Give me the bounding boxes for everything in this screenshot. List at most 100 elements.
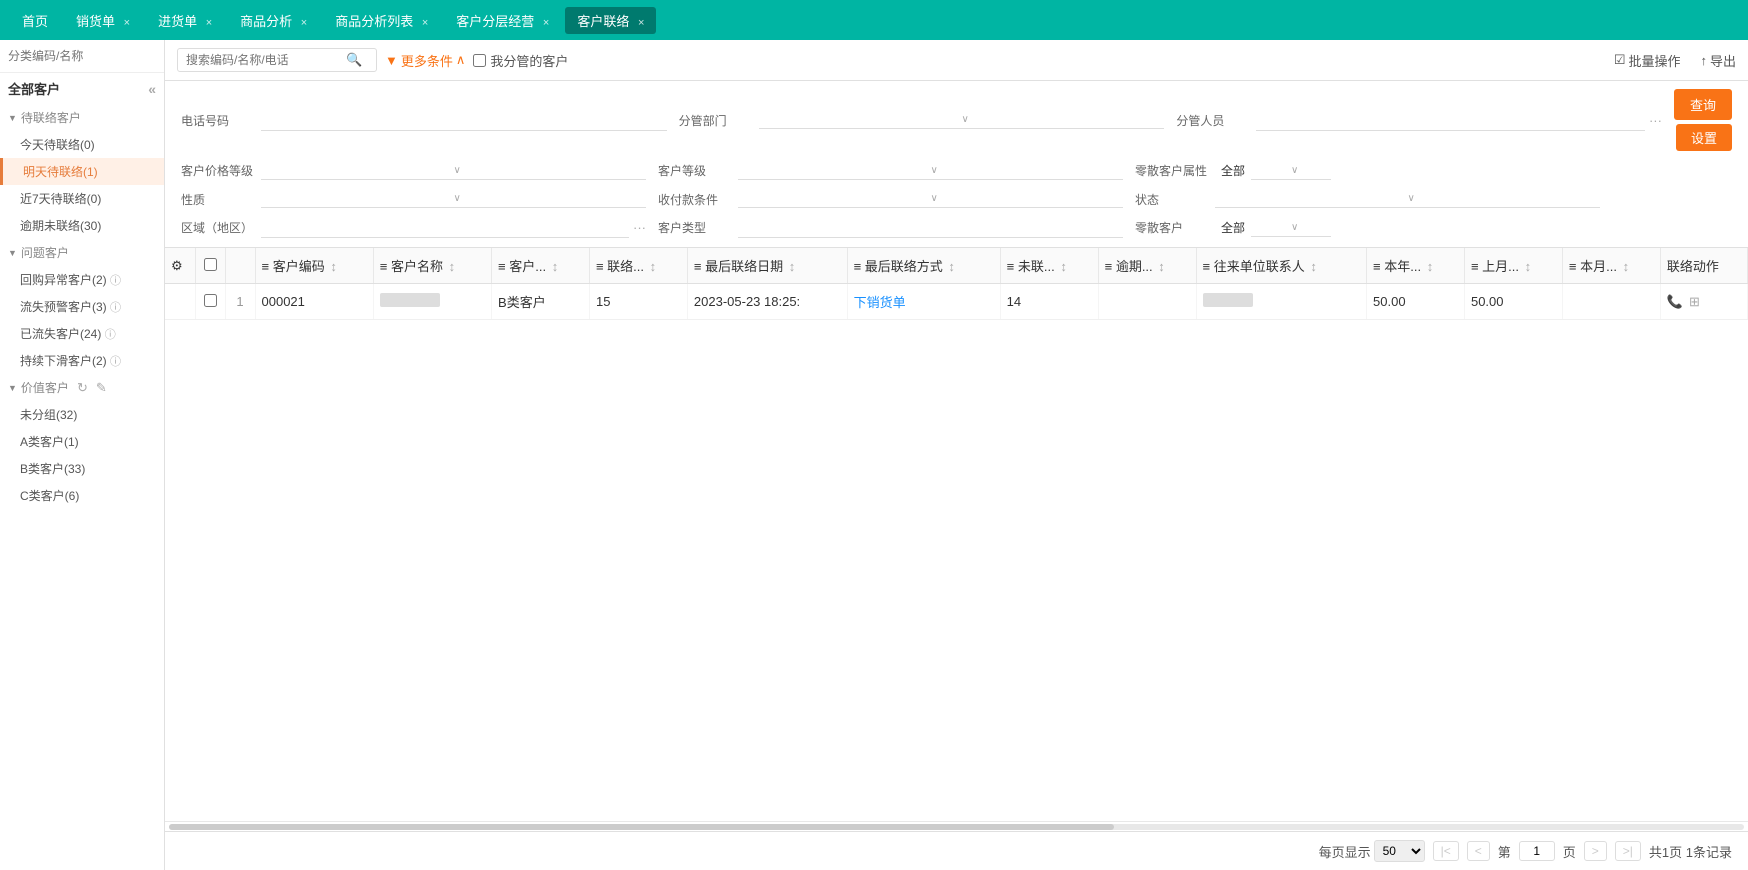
- filter-retail-attr-select[interactable]: ∨: [1251, 162, 1331, 180]
- col-last-month-header[interactable]: ≡ 上月... ↕: [1464, 248, 1562, 284]
- sidebar-item-repurchase-anomaly[interactable]: 回购异常客户(2) ⓘ: [0, 266, 164, 293]
- page-number-input[interactable]: [1519, 841, 1555, 861]
- filter-payment-select[interactable]: ∨: [738, 190, 1123, 208]
- filter-customer-type-input[interactable]: [738, 217, 1123, 238]
- sidebar-item-ungrouped[interactable]: 未分组(32): [0, 401, 164, 428]
- row-checkbox-cell[interactable]: [195, 284, 225, 320]
- filter-retail-customer: 零散客户 全部 ∨: [1135, 216, 1600, 239]
- filter-status: 状态 ∨: [1135, 190, 1600, 208]
- col-unit-contact-header[interactable]: ≡ 往来单位联系人 ↕: [1196, 248, 1366, 284]
- sidebar-item-overdue[interactable]: 逾期未联络(30): [0, 212, 164, 239]
- settings-gear-icon[interactable]: ⚙: [171, 258, 183, 273]
- nav-customer-contact-close[interactable]: ×: [638, 17, 644, 29]
- col-last-method-header[interactable]: ≡ 最后联络方式 ↕: [847, 248, 1000, 284]
- sidebar-item-today[interactable]: 今天待联络(0): [0, 131, 164, 158]
- filter-status-label: 状态: [1135, 191, 1215, 208]
- horizontal-scrollbar[interactable]: [165, 821, 1748, 831]
- filter-manager-input[interactable]: [1256, 110, 1645, 131]
- filter-bar: 🔍 ▼ 更多条件 ∧ 我分管的客户 ☑ 批量操作 ↑ 导出: [165, 40, 1748, 81]
- main-search-button[interactable]: 🔍: [346, 52, 362, 68]
- col-overdue-header[interactable]: ≡ 逾期... ↕: [1098, 248, 1196, 284]
- main-search-input[interactable]: [186, 53, 346, 67]
- value-customers-refresh[interactable]: ↻: [77, 380, 88, 396]
- filter-status-select[interactable]: ∨: [1215, 190, 1600, 208]
- filter-retail-customer-select[interactable]: ∨: [1251, 219, 1331, 237]
- sidebar-item-type-a[interactable]: A类客户(1): [0, 428, 164, 455]
- nav-product-analysis-close[interactable]: ×: [301, 17, 307, 29]
- col-checkbox-header[interactable]: [195, 248, 225, 284]
- nav-product-analysis[interactable]: 商品分析 ×: [228, 7, 319, 34]
- filter-region-dots[interactable]: ···: [633, 220, 646, 235]
- row-checkbox[interactable]: [204, 294, 217, 307]
- prev-page-btn[interactable]: <: [1467, 841, 1490, 861]
- filter-phone-input[interactable]: [261, 110, 667, 131]
- filter-customer-level: 客户等级 ∨: [658, 162, 1123, 180]
- filter-phone-label: 电话号码: [181, 112, 261, 129]
- all-customers-header[interactable]: 全部客户 «: [0, 73, 164, 104]
- filter-dept-label: 分管部门: [679, 112, 759, 129]
- col-type-header[interactable]: ≡ 客户... ↕: [492, 248, 590, 284]
- sidebar-item-week[interactable]: 近7天待联络(0): [0, 185, 164, 212]
- sidebar-item-declining[interactable]: 持续下滑客户(2) ⓘ: [0, 347, 164, 374]
- chevron-down-icon-5: ∨: [454, 193, 643, 204]
- filter-dept-select[interactable]: ∨: [759, 111, 1165, 129]
- filter-price-level-select[interactable]: ∨: [261, 162, 646, 180]
- row-type-cell: B类客户: [492, 284, 590, 320]
- settings-button[interactable]: 设置: [1676, 124, 1732, 151]
- col-code-header[interactable]: ≡ 客户编码 ↕: [255, 248, 373, 284]
- export-btn[interactable]: ↑ 导出: [1700, 51, 1736, 70]
- select-all-checkbox[interactable]: [204, 258, 217, 271]
- nav-purchase[interactable]: 进货单 ×: [146, 7, 224, 34]
- first-page-btn[interactable]: |<: [1433, 841, 1459, 861]
- sort-icon-thisyear: ↕: [1427, 259, 1434, 274]
- col-last-date-header[interactable]: ≡ 最后联络日期 ↕: [687, 248, 847, 284]
- scroll-thumb[interactable]: [169, 824, 1114, 830]
- last-contact-method-link[interactable]: 下销货单: [854, 295, 906, 310]
- chevron-down-icon-2: ∨: [454, 165, 643, 176]
- filter-manager-dots[interactable]: ···: [1649, 113, 1662, 128]
- nav-customer-segment-close[interactable]: ×: [543, 17, 549, 29]
- filter-region-input[interactable]: [261, 217, 629, 238]
- nav-customer-contact[interactable]: 客户联络 ×: [565, 7, 656, 34]
- nav-sales-close[interactable]: ×: [124, 17, 130, 29]
- batch-ops-btn[interactable]: ☑ 批量操作: [1614, 51, 1681, 70]
- nav-customer-segment[interactable]: 客户分层经营 ×: [444, 7, 561, 34]
- col-not-contacted-header[interactable]: ≡ 未联... ↕: [1000, 248, 1098, 284]
- next-page-btn[interactable]: >: [1584, 841, 1607, 861]
- sidebar-item-lost[interactable]: 已流失客户(24) ⓘ: [0, 320, 164, 347]
- row-this-month-cell: [1562, 284, 1660, 320]
- filter-customer-level-select[interactable]: ∨: [738, 162, 1123, 180]
- sidebar-item-type-b[interactable]: B类客户(33): [0, 455, 164, 482]
- row-last-method-cell[interactable]: 下销货单: [847, 284, 1000, 320]
- col-this-year-header[interactable]: ≡ 本年... ↕: [1367, 248, 1465, 284]
- nav-purchase-close[interactable]: ×: [206, 17, 212, 29]
- nav-product-analysis-list[interactable]: 商品分析列表 ×: [323, 7, 440, 34]
- sidebar-search-input[interactable]: [8, 49, 163, 63]
- value-customers-edit[interactable]: ✎: [96, 380, 107, 396]
- col-this-month-header[interactable]: ≡ 本月... ↕: [1562, 248, 1660, 284]
- my-customers-check[interactable]: [473, 54, 486, 67]
- grid-action-icon[interactable]: ⊞: [1689, 294, 1700, 310]
- filter-manager: 分管人员 ···: [1176, 110, 1662, 131]
- collapse-icon[interactable]: «: [148, 81, 156, 97]
- nav-home[interactable]: 首页: [10, 7, 60, 34]
- nav-sales[interactable]: 销货单 ×: [64, 7, 142, 34]
- filter-nature-select[interactable]: ∨: [261, 190, 646, 208]
- phone-action-icon[interactable]: 📞: [1667, 294, 1683, 310]
- filter-manager-label: 分管人员: [1176, 112, 1256, 129]
- filter-customer-level-label: 客户等级: [658, 162, 738, 179]
- last-page-btn[interactable]: >|: [1615, 841, 1641, 861]
- sidebar-item-type-c[interactable]: C类客户(6): [0, 482, 164, 509]
- nav-product-analysis-list-close[interactable]: ×: [422, 17, 428, 29]
- filter-row-3: 性质 ∨ 收付款条件 ∨ 状态: [181, 190, 1732, 208]
- page-size-select-input[interactable]: 50 100 200: [1374, 840, 1425, 862]
- col-contacts-header[interactable]: ≡ 联络... ↕: [589, 248, 687, 284]
- my-customers-checkbox[interactable]: 我分管的客户: [473, 51, 568, 70]
- sidebar-item-tomorrow[interactable]: 明天待联络(1): [0, 158, 164, 185]
- chevron-down-icon-8: ∨: [1291, 222, 1327, 233]
- query-button[interactable]: 查询: [1674, 89, 1732, 120]
- col-name-header[interactable]: ≡ 客户名称 ↕: [373, 248, 491, 284]
- more-conditions-btn[interactable]: ▼ 更多条件 ∧: [385, 51, 465, 70]
- sidebar-item-loss-warning[interactable]: 流失预警客户(3) ⓘ: [0, 293, 164, 320]
- col-settings-gear[interactable]: ⚙: [165, 248, 195, 284]
